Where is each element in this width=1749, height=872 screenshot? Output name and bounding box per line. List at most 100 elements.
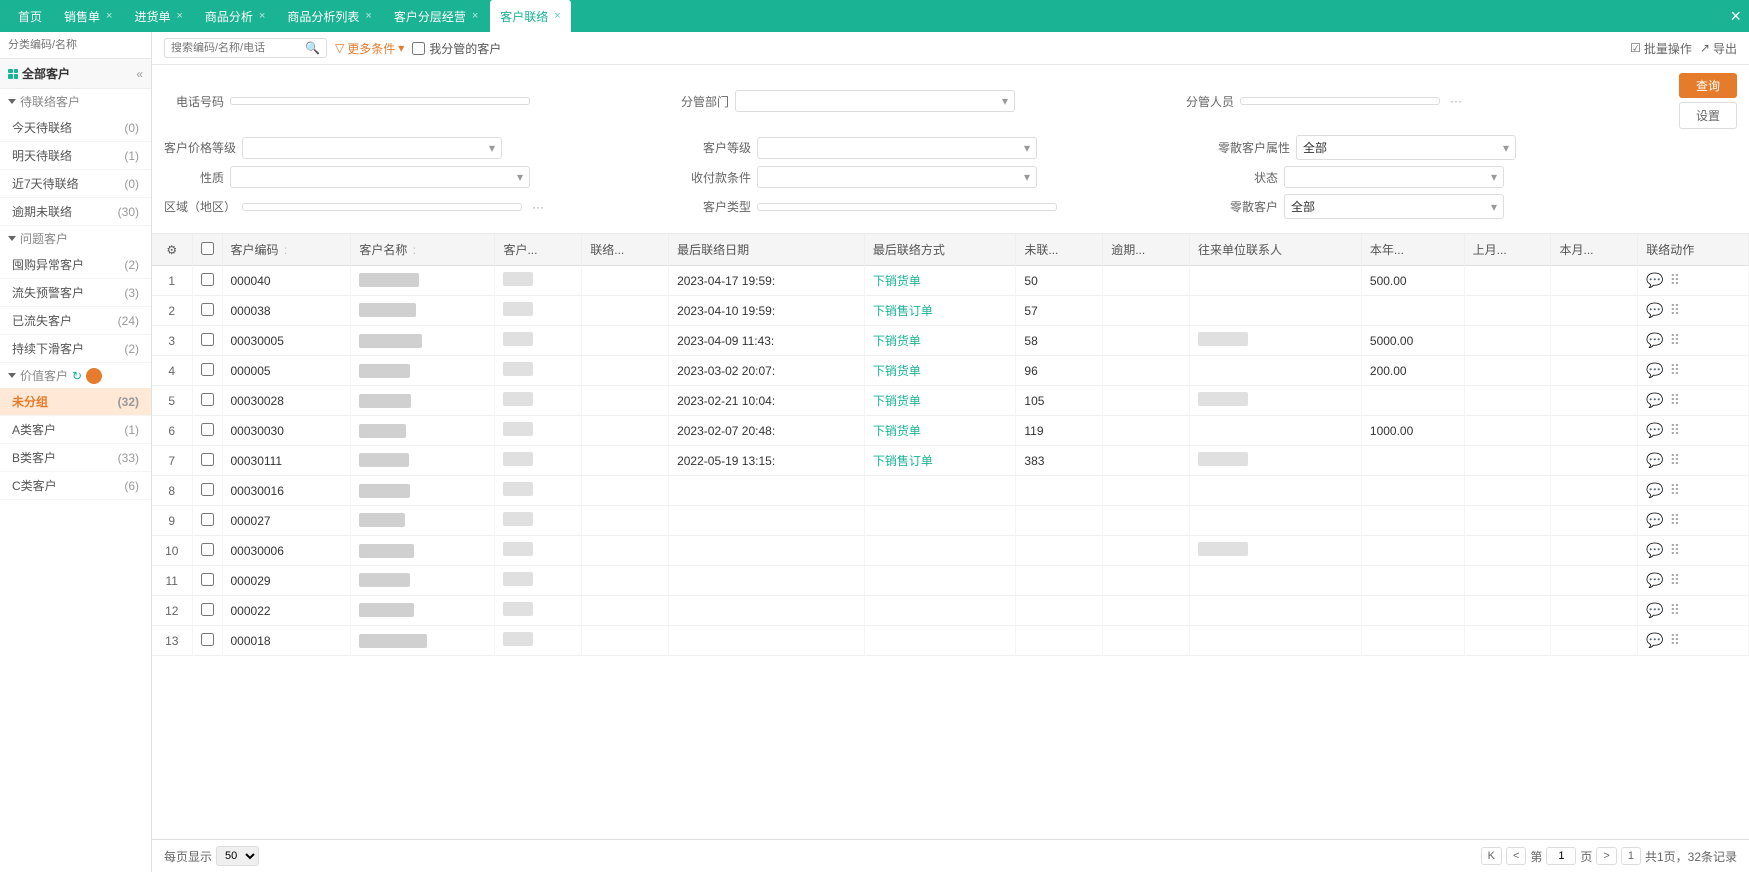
expand-icon3[interactable] bbox=[8, 373, 16, 378]
more-action-icon[interactable]: ⠿ bbox=[1670, 392, 1680, 409]
refresh-icon[interactable]: ↻ bbox=[72, 369, 82, 383]
more-action-icon[interactable]: ⠿ bbox=[1670, 302, 1680, 319]
more-action-icon[interactable]: ⠿ bbox=[1670, 272, 1680, 289]
row-checkbox[interactable] bbox=[201, 453, 214, 466]
chat-icon[interactable]: 💬 bbox=[1646, 392, 1663, 409]
sidebar-all-customers[interactable]: 全部客户 « bbox=[0, 59, 151, 89]
close-window-button[interactable]: × bbox=[1730, 6, 1741, 27]
more-action-icon[interactable]: ⠿ bbox=[1670, 482, 1680, 499]
main-search-icon[interactable]: 🔍 bbox=[305, 41, 320, 55]
last-method-link[interactable]: 下销货单 bbox=[873, 424, 921, 438]
close-tab-analysis-list[interactable]: × bbox=[365, 10, 371, 22]
expand-icon[interactable] bbox=[8, 99, 16, 104]
more-conditions-btn[interactable]: ▽ 更多条件 ▾ bbox=[335, 40, 404, 57]
chat-icon[interactable]: 💬 bbox=[1646, 422, 1663, 439]
retail-select[interactable]: 全部▾ bbox=[1284, 194, 1504, 219]
sidebar-item-ungrouped[interactable]: 未分组 (32) bbox=[0, 388, 151, 416]
chat-icon[interactable]: 💬 bbox=[1646, 542, 1663, 559]
row-checkbox[interactable] bbox=[201, 633, 214, 646]
chat-icon[interactable]: 💬 bbox=[1646, 452, 1663, 469]
row-checkbox[interactable] bbox=[201, 513, 214, 526]
area-select[interactable] bbox=[242, 203, 522, 211]
more-action-icon[interactable]: ⠿ bbox=[1670, 422, 1680, 439]
person-more-btn[interactable]: ··· bbox=[1446, 94, 1466, 108]
last-method-link[interactable]: 下销货单 bbox=[873, 334, 921, 348]
chat-icon[interactable]: 💬 bbox=[1646, 272, 1663, 289]
settings-icon[interactable]: ⚙ bbox=[166, 243, 177, 257]
close-tab-customer-contact[interactable]: × bbox=[554, 10, 560, 22]
retail-attr-select[interactable]: 全部▾ bbox=[1296, 135, 1516, 160]
phone-input[interactable] bbox=[230, 97, 530, 105]
query-button[interactable]: 查询 bbox=[1679, 73, 1737, 98]
collapse-icon[interactable]: « bbox=[136, 67, 143, 81]
prev-page-btn[interactable]: < bbox=[1506, 847, 1526, 865]
more-action-icon[interactable]: ⠿ bbox=[1670, 632, 1680, 649]
row-checkbox[interactable] bbox=[201, 363, 214, 376]
row-checkbox[interactable] bbox=[201, 333, 214, 346]
more-action-icon[interactable]: ⠿ bbox=[1670, 542, 1680, 559]
sidebar-item-class-b[interactable]: B类客户 (33) bbox=[0, 444, 151, 472]
reset-button[interactable]: 设置 bbox=[1679, 102, 1737, 129]
nav-tab-customer-ops[interactable]: 客户分层经营 × bbox=[384, 0, 488, 32]
export-button[interactable]: ↗ 导出 bbox=[1700, 40, 1737, 57]
chat-icon[interactable]: 💬 bbox=[1646, 632, 1663, 649]
sidebar-item-declining[interactable]: 持续下滑客户 (2) bbox=[0, 335, 151, 363]
row-checkbox[interactable] bbox=[201, 303, 214, 316]
nature-select[interactable]: ▾ bbox=[230, 166, 530, 188]
area-more-btn[interactable]: ··· bbox=[528, 200, 548, 214]
row-checkbox[interactable] bbox=[201, 543, 214, 556]
more-action-icon[interactable]: ⠿ bbox=[1670, 602, 1680, 619]
chat-icon[interactable]: 💬 bbox=[1646, 332, 1663, 349]
more-action-icon[interactable]: ⠿ bbox=[1670, 512, 1680, 529]
sidebar-item-class-a[interactable]: A类客户 (1) bbox=[0, 416, 151, 444]
page-number-input[interactable] bbox=[1546, 847, 1576, 865]
nav-tab-analysis[interactable]: 商品分析 × bbox=[195, 0, 275, 32]
row-checkbox[interactable] bbox=[201, 483, 214, 496]
close-tab-purchase[interactable]: × bbox=[176, 10, 182, 22]
chat-icon[interactable]: 💬 bbox=[1646, 482, 1663, 499]
status-select[interactable]: ▾ bbox=[1284, 166, 1504, 188]
row-checkbox[interactable] bbox=[201, 273, 214, 286]
more-action-icon[interactable]: ⠿ bbox=[1670, 572, 1680, 589]
chat-icon[interactable]: 💬 bbox=[1646, 302, 1663, 319]
sidebar-search-input[interactable] bbox=[8, 39, 150, 51]
nav-tab-sales[interactable]: 销售单 × bbox=[54, 0, 122, 32]
row-checkbox[interactable] bbox=[201, 423, 214, 436]
sidebar-item-7days[interactable]: 近7天待联络 (0) bbox=[0, 170, 151, 198]
sidebar-item-class-c[interactable]: C类客户 (6) bbox=[0, 472, 151, 500]
sidebar-item-tomorrow[interactable]: 明天待联络 (1) bbox=[0, 142, 151, 170]
chat-icon[interactable]: 💬 bbox=[1646, 512, 1663, 529]
close-tab-analysis[interactable]: × bbox=[259, 10, 265, 22]
dept-select[interactable]: ▾ bbox=[735, 90, 1015, 112]
price-level-select[interactable]: ▾ bbox=[242, 137, 502, 159]
person-select[interactable] bbox=[1240, 97, 1440, 105]
sidebar-item-hoarding[interactable]: 囤购异常客户 (2) bbox=[0, 251, 151, 279]
chat-icon[interactable]: 💬 bbox=[1646, 362, 1663, 379]
close-tab-customer-ops[interactable]: × bbox=[472, 10, 478, 22]
nav-tab-customer-contact[interactable]: 客户联络 × bbox=[490, 0, 570, 32]
my-customers-checkbox[interactable] bbox=[412, 42, 425, 55]
sidebar-item-overdue[interactable]: 逾期未联络 (30) bbox=[0, 198, 151, 226]
sidebar-item-today[interactable]: 今天待联络 (0) bbox=[0, 114, 151, 142]
nav-tab-purchase[interactable]: 进货单 × bbox=[124, 0, 192, 32]
last-method-link[interactable]: 下销售订单 bbox=[873, 304, 933, 318]
nav-tab-analysis-list[interactable]: 商品分析列表 × bbox=[277, 0, 381, 32]
batch-ops-button[interactable]: ☑ 批量操作 bbox=[1630, 40, 1692, 57]
row-checkbox[interactable] bbox=[201, 603, 214, 616]
customer-type-select[interactable] bbox=[757, 203, 1057, 211]
last-method-link[interactable]: 下销售订单 bbox=[873, 454, 933, 468]
more-action-icon[interactable]: ⠿ bbox=[1670, 452, 1680, 469]
close-tab-sales[interactable]: × bbox=[106, 10, 112, 22]
page-size-select[interactable]: 50 bbox=[216, 846, 259, 866]
main-search-input[interactable] bbox=[171, 42, 301, 54]
customer-level-select[interactable]: ▾ bbox=[757, 137, 1037, 159]
th-settings[interactable]: ⚙ bbox=[152, 234, 192, 266]
chat-icon[interactable]: 💬 bbox=[1646, 602, 1663, 619]
row-checkbox[interactable] bbox=[201, 573, 214, 586]
next-page-btn[interactable]: > bbox=[1596, 847, 1616, 865]
last-method-link[interactable]: 下销货单 bbox=[873, 394, 921, 408]
more-action-icon[interactable]: ⠿ bbox=[1670, 362, 1680, 379]
row-checkbox[interactable] bbox=[201, 393, 214, 406]
last-method-link[interactable]: 下销货单 bbox=[873, 274, 921, 288]
expand-icon2[interactable] bbox=[8, 236, 16, 241]
